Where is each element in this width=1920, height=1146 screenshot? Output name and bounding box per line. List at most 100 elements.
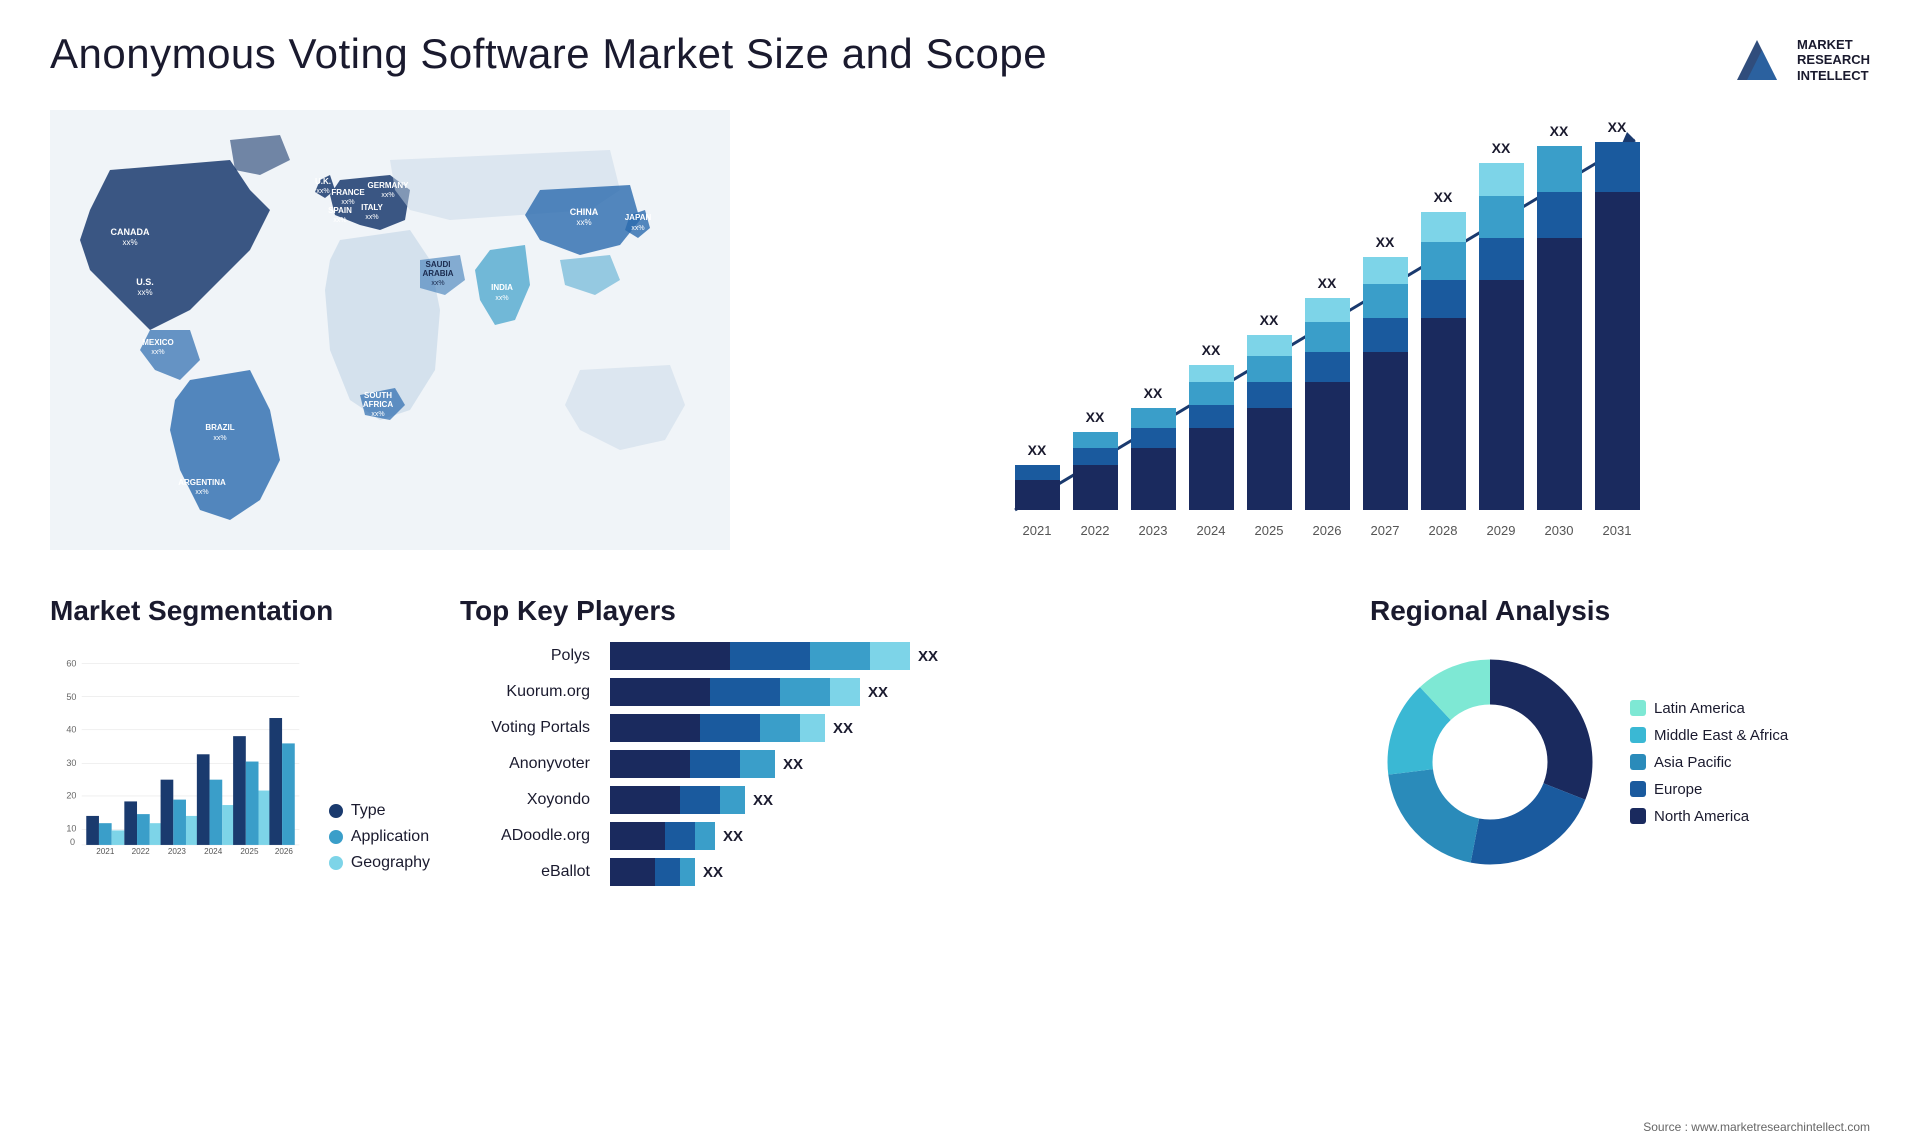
player-bar bbox=[610, 714, 825, 742]
legend-north-america-label: North America bbox=[1654, 808, 1749, 825]
svg-text:SAUDI: SAUDI bbox=[426, 260, 451, 269]
svg-text:2021: 2021 bbox=[1023, 523, 1052, 538]
legend-geography-label: Geography bbox=[351, 854, 430, 872]
legend-application-dot bbox=[329, 830, 343, 844]
player-bar-container: XX bbox=[610, 750, 1340, 778]
svg-text:2022: 2022 bbox=[132, 847, 151, 856]
svg-text:xx%: xx% bbox=[137, 288, 152, 297]
donut-container: Latin America Middle East & Africa Asia … bbox=[1370, 642, 1870, 882]
legend-type-label: Type bbox=[351, 802, 386, 820]
svg-text:XX: XX bbox=[1550, 123, 1569, 139]
player-bar bbox=[610, 786, 745, 814]
svg-text:XX: XX bbox=[1028, 442, 1047, 458]
legend-middle-east-africa-label: Middle East & Africa bbox=[1654, 727, 1788, 744]
player-row: Voting Portals XX bbox=[460, 714, 1340, 742]
svg-text:xx%: xx% bbox=[151, 349, 164, 356]
player-row: Anonyvoter XX bbox=[460, 750, 1340, 778]
legend-asia-pacific-label: Asia Pacific bbox=[1654, 754, 1732, 771]
donut-chart-svg bbox=[1370, 642, 1610, 882]
segmentation-chart-container: 60 50 40 30 20 10 0 bbox=[50, 642, 430, 872]
player-bar bbox=[610, 750, 775, 778]
svg-text:FRANCE: FRANCE bbox=[331, 188, 365, 197]
player-name: Kuorum.org bbox=[460, 683, 600, 701]
svg-text:2026: 2026 bbox=[275, 847, 294, 856]
svg-text:2027: 2027 bbox=[1371, 523, 1400, 538]
legend-asia-pacific: Asia Pacific bbox=[1630, 754, 1788, 771]
svg-text:2024: 2024 bbox=[204, 847, 223, 856]
svg-text:10: 10 bbox=[66, 823, 76, 833]
donut-legend: Latin America Middle East & Africa Asia … bbox=[1630, 700, 1788, 825]
page-title: Anonymous Voting Software Market Size an… bbox=[50, 30, 1047, 78]
svg-text:ARGENTINA: ARGENTINA bbox=[178, 478, 226, 487]
legend-geography: Geography bbox=[329, 854, 430, 872]
logo-text: MARKET RESEARCH INTELLECT bbox=[1797, 37, 1870, 84]
top-row: CANADA xx% U.S. xx% MEXICO xx% BRAZIL xx… bbox=[50, 110, 1870, 575]
legend-asia-pacific-color bbox=[1630, 754, 1646, 770]
player-bar-container: XX bbox=[610, 642, 1340, 670]
svg-text:30: 30 bbox=[66, 758, 76, 768]
legend-application: Application bbox=[329, 828, 430, 846]
legend-middle-east-africa-color bbox=[1630, 727, 1646, 743]
legend-middle-east-africa: Middle East & Africa bbox=[1630, 727, 1788, 744]
svg-text:2025: 2025 bbox=[240, 847, 259, 856]
player-name: Voting Portals bbox=[460, 719, 600, 737]
svg-text:U.S.: U.S. bbox=[136, 277, 154, 287]
svg-text:xx%: xx% bbox=[431, 280, 444, 287]
players-title: Top Key Players bbox=[460, 595, 1340, 627]
svg-text:xx%: xx% bbox=[341, 199, 354, 206]
svg-text:50: 50 bbox=[66, 692, 76, 702]
svg-text:2025: 2025 bbox=[1255, 523, 1284, 538]
player-name: ADoodle.org bbox=[460, 827, 600, 845]
svg-text:xx%: xx% bbox=[213, 435, 226, 442]
player-row: Xoyondo XX bbox=[460, 786, 1340, 814]
player-name: Anonyvoter bbox=[460, 755, 600, 773]
player-bar bbox=[610, 678, 860, 706]
svg-text:GERMANY: GERMANY bbox=[368, 181, 410, 190]
svg-text:2024: 2024 bbox=[1197, 523, 1226, 538]
regional-title: Regional Analysis bbox=[1370, 595, 1870, 627]
header: Anonymous Voting Software Market Size an… bbox=[50, 30, 1870, 90]
svg-text:XX: XX bbox=[1434, 189, 1453, 205]
svg-text:xx%: xx% bbox=[122, 238, 137, 247]
svg-text:2022: 2022 bbox=[1081, 523, 1110, 538]
legend-north-america: North America bbox=[1630, 808, 1788, 825]
player-bar-container: XX bbox=[610, 822, 1340, 850]
svg-text:0: 0 bbox=[70, 837, 75, 847]
player-name: Polys bbox=[460, 647, 600, 665]
svg-text:SOUTH: SOUTH bbox=[364, 391, 392, 400]
svg-text:xx%: xx% bbox=[333, 217, 346, 224]
logo-icon bbox=[1727, 30, 1787, 90]
legend-latin-america-color bbox=[1630, 700, 1646, 716]
player-xx: XX bbox=[918, 648, 938, 665]
svg-text:xx%: xx% bbox=[576, 218, 591, 227]
svg-text:AFRICA: AFRICA bbox=[363, 400, 393, 409]
svg-text:2023: 2023 bbox=[168, 847, 187, 856]
svg-text:xx%: xx% bbox=[495, 295, 508, 302]
svg-text:2030: 2030 bbox=[1545, 523, 1574, 538]
svg-text:40: 40 bbox=[66, 725, 76, 735]
svg-text:2028: 2028 bbox=[1429, 523, 1458, 538]
segmentation-title: Market Segmentation bbox=[50, 595, 430, 627]
segmentation-section: Market Segmentation 60 50 40 30 20 10 0 bbox=[50, 595, 430, 894]
players-list: Polys XX Kuorum.org bbox=[460, 642, 1340, 894]
player-bar bbox=[610, 822, 715, 850]
player-bar-container: XX bbox=[610, 858, 1340, 886]
player-row: Kuorum.org XX bbox=[460, 678, 1340, 706]
segmentation-chart-svg: 60 50 40 30 20 10 0 bbox=[50, 642, 304, 872]
svg-text:2031: 2031 bbox=[1603, 523, 1632, 538]
svg-text:xx%: xx% bbox=[631, 225, 644, 232]
svg-text:XX: XX bbox=[1202, 342, 1221, 358]
player-name: eBallot bbox=[460, 863, 600, 881]
svg-text:XX: XX bbox=[1376, 234, 1395, 250]
logo-container: MARKET RESEARCH INTELLECT bbox=[1727, 30, 1870, 90]
legend-north-america-color bbox=[1630, 808, 1646, 824]
bottom-row: Market Segmentation 60 50 40 30 20 10 0 bbox=[50, 595, 1870, 894]
svg-text:60: 60 bbox=[66, 658, 76, 668]
player-bar-container: XX bbox=[610, 714, 1340, 742]
player-row: eBallot XX bbox=[460, 858, 1340, 886]
player-name: Xoyondo bbox=[460, 791, 600, 809]
legend-type-dot bbox=[329, 804, 343, 818]
svg-text:2026: 2026 bbox=[1313, 523, 1342, 538]
bar-chart-section: XX 2021 XX 2022 XX 2023 XX bbox=[760, 110, 1870, 575]
svg-text:2021: 2021 bbox=[96, 847, 115, 856]
